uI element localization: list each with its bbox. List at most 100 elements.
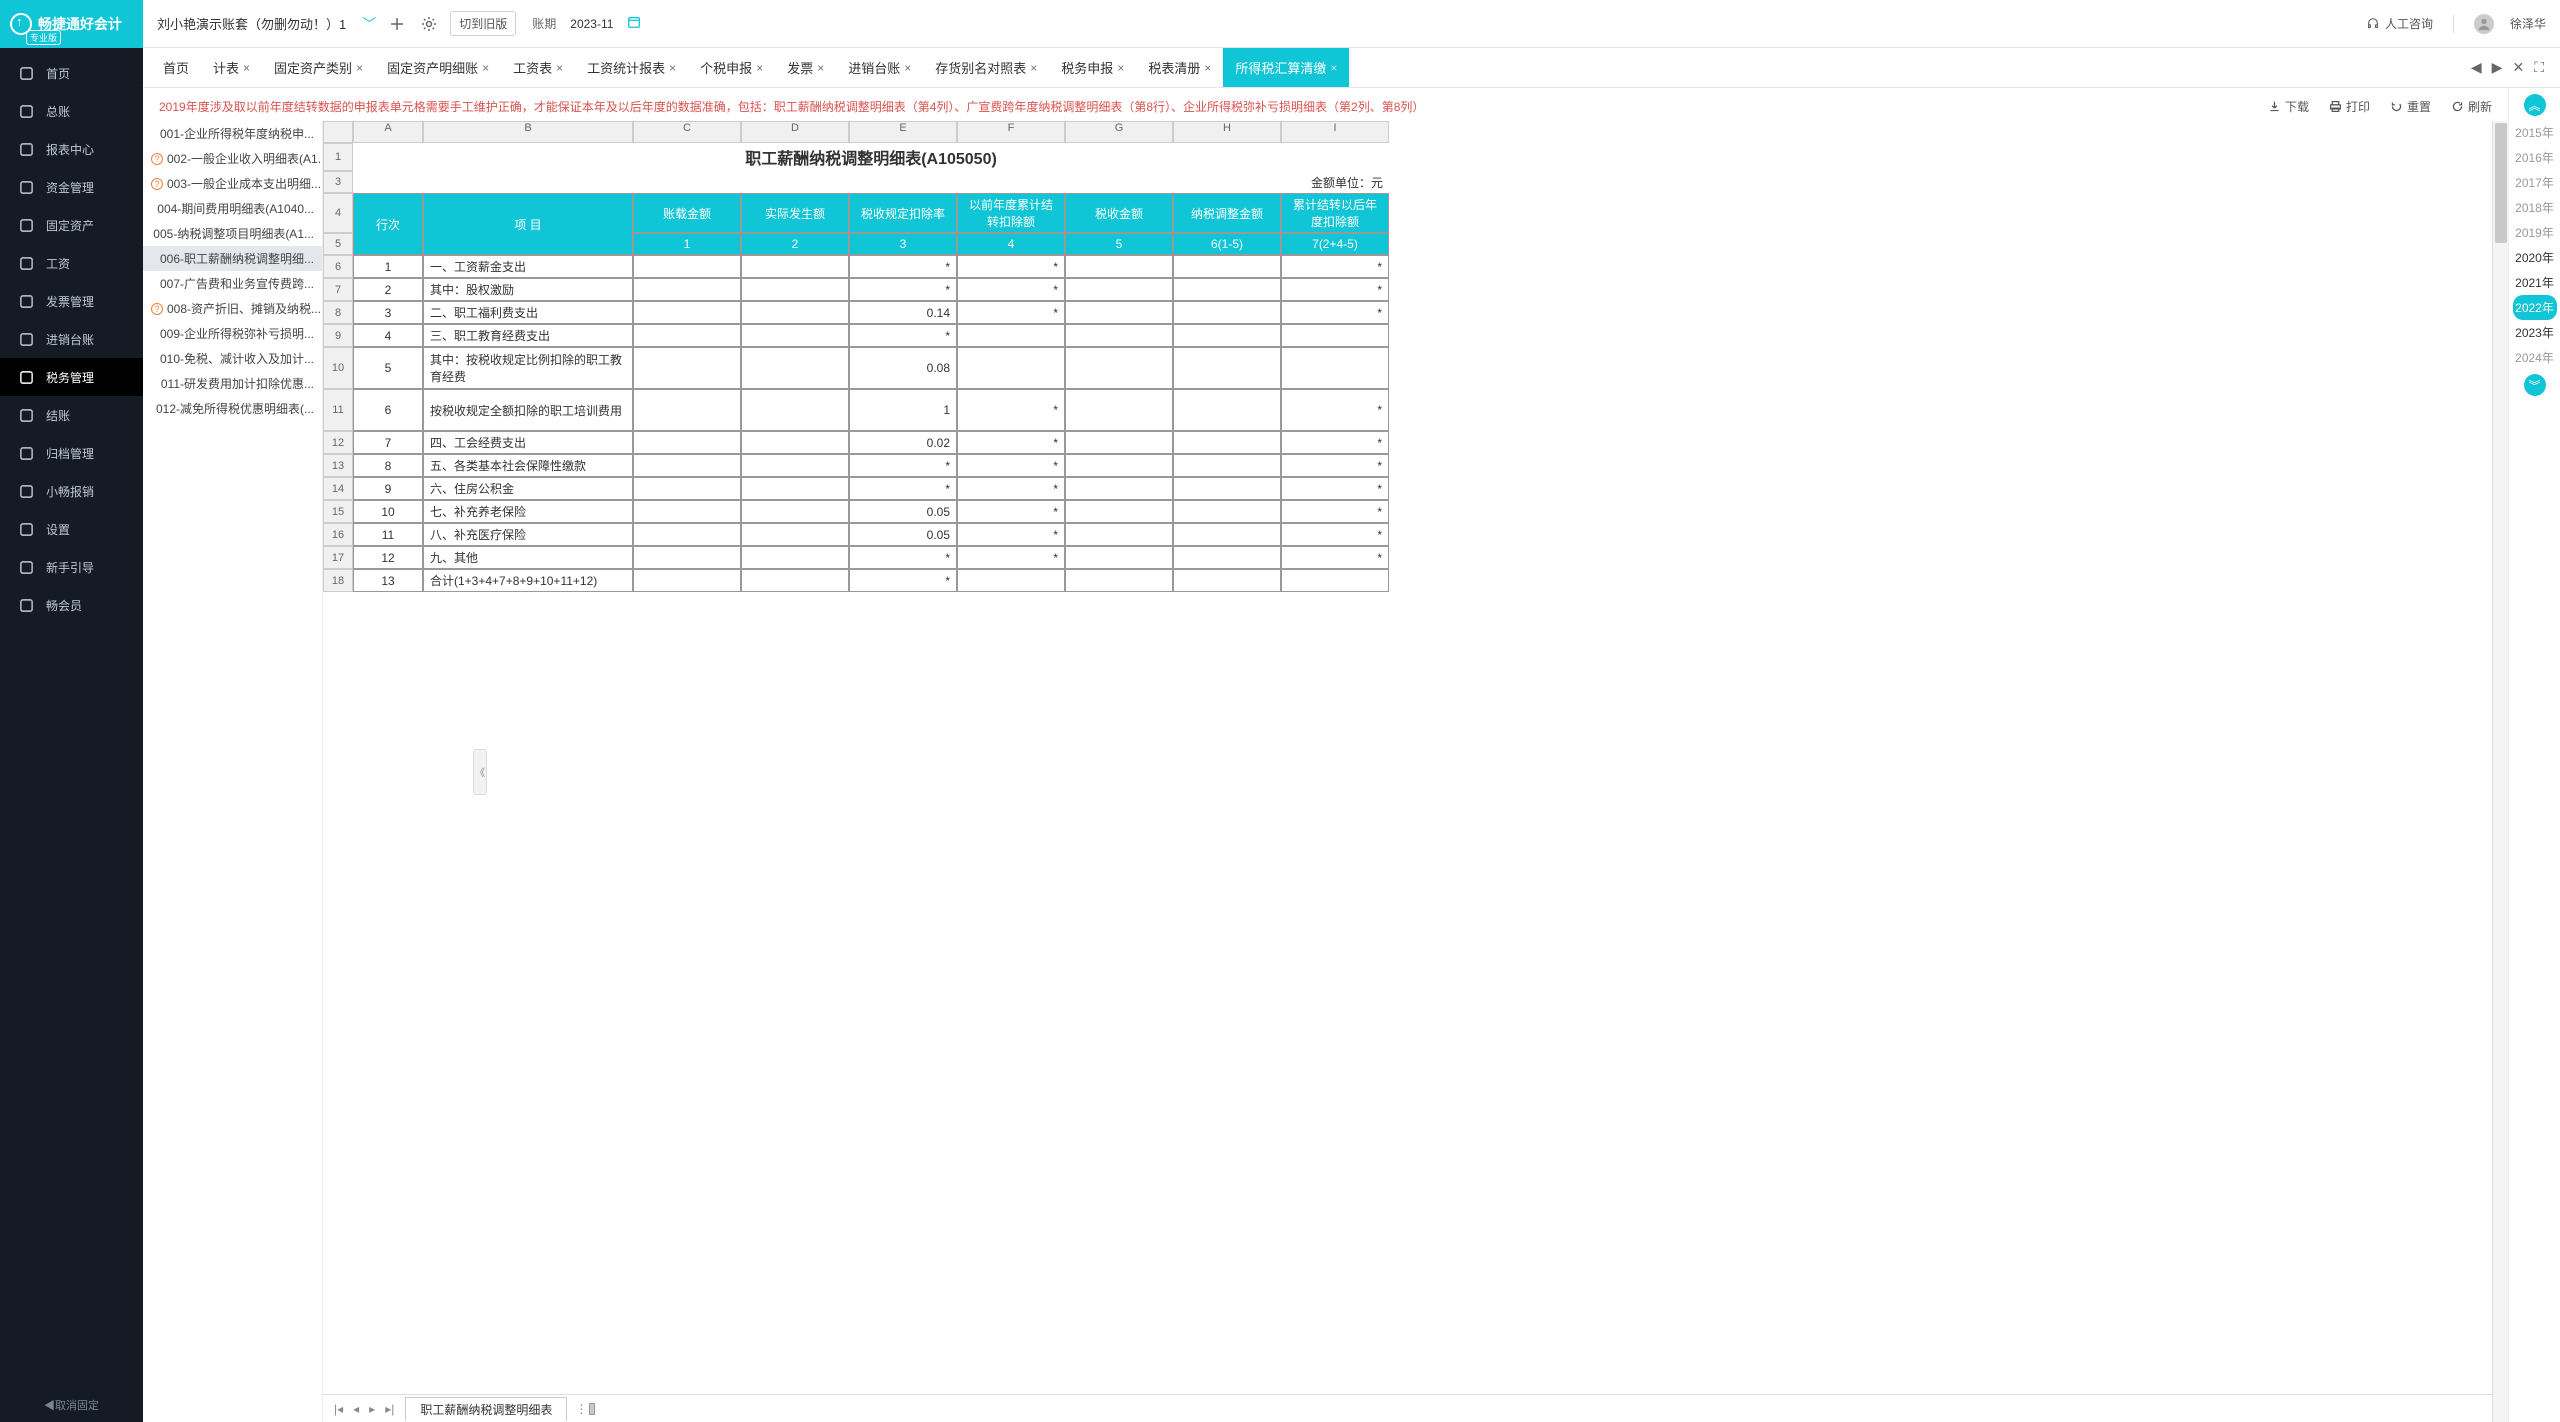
- reset-button[interactable]: 重置: [2390, 98, 2431, 115]
- data-cell[interactable]: [1173, 347, 1281, 389]
- data-cell[interactable]: [741, 477, 849, 500]
- col-header[interactable]: F: [957, 121, 1065, 143]
- download-button[interactable]: 下载: [2268, 98, 2309, 115]
- data-cell[interactable]: *: [957, 523, 1065, 546]
- tab-close-icon[interactable]: ×: [1117, 61, 1124, 75]
- year-option[interactable]: 2020年: [2513, 245, 2557, 270]
- data-cell[interactable]: [1173, 546, 1281, 569]
- data-cell[interactable]: [633, 523, 741, 546]
- user-name[interactable]: 徐泽华: [2510, 15, 2546, 32]
- form-list-item[interactable]: 011-研发费用加计扣除优惠...: [143, 371, 322, 396]
- nav-fund[interactable]: 资金管理: [0, 168, 143, 206]
- data-cell[interactable]: *: [957, 431, 1065, 454]
- spreadsheet[interactable]: ABCDEFGHI1职工薪酬纳税调整明细表(A105050)23金额单位：元4行…: [323, 121, 2492, 592]
- nav-ledger[interactable]: 总账: [0, 92, 143, 130]
- data-cell[interactable]: *: [1281, 500, 1389, 523]
- data-cell[interactable]: [633, 255, 741, 278]
- old-version-button[interactable]: 切到旧版: [450, 11, 516, 36]
- vertical-scrollbar[interactable]: [2492, 121, 2508, 1422]
- row-header[interactable]: 8: [323, 301, 353, 324]
- year-down-icon[interactable]: ︾: [2524, 374, 2546, 396]
- data-cell[interactable]: [957, 324, 1065, 347]
- row-header[interactable]: 12: [323, 431, 353, 454]
- period-value[interactable]: 2023-11: [570, 17, 613, 31]
- data-cell[interactable]: [957, 347, 1065, 389]
- tab-close-icon[interactable]: ×: [1330, 61, 1337, 75]
- row-header[interactable]: 1: [323, 143, 353, 171]
- data-cell[interactable]: [1281, 324, 1389, 347]
- form-list-item[interactable]: 012-减免所得税优惠明细表(...: [143, 396, 322, 421]
- chevron-down-icon[interactable]: ﹀: [362, 14, 376, 34]
- data-cell[interactable]: [633, 500, 741, 523]
- tab-close-icon[interactable]: ×: [904, 61, 911, 75]
- tab-close-icon[interactable]: ×: [1204, 61, 1211, 75]
- col-header[interactable]: G: [1065, 121, 1173, 143]
- year-option[interactable]: 2023年: [2513, 320, 2557, 345]
- nav-invoice[interactable]: 发票管理: [0, 282, 143, 320]
- data-cell[interactable]: [1065, 454, 1173, 477]
- tab-close-all-icon[interactable]: ✕: [2512, 59, 2524, 76]
- data-cell[interactable]: [1065, 324, 1173, 347]
- nav-salary[interactable]: 工资: [0, 244, 143, 282]
- data-cell[interactable]: *: [1281, 454, 1389, 477]
- data-cell[interactable]: [1173, 500, 1281, 523]
- form-list-item[interactable]: ?003-一般企业成本支出明细...: [143, 171, 322, 196]
- row-header[interactable]: 11: [323, 389, 353, 431]
- data-cell[interactable]: *: [957, 500, 1065, 523]
- tab[interactable]: 首页: [151, 48, 201, 88]
- sheet-prev-icon[interactable]: ◂: [350, 1402, 362, 1416]
- data-cell[interactable]: [1065, 523, 1173, 546]
- tab[interactable]: 固定资产类别×: [262, 48, 375, 88]
- gear-icon[interactable]: [418, 13, 440, 35]
- year-option[interactable]: 2022年: [2513, 295, 2557, 320]
- form-list-item[interactable]: 001-企业所得税年度纳税申...: [143, 121, 322, 146]
- sheet-tab[interactable]: 职工薪酬纳税调整明细表: [405, 1397, 567, 1421]
- data-cell[interactable]: *: [957, 255, 1065, 278]
- data-cell[interactable]: [741, 431, 849, 454]
- tab[interactable]: 工资表×: [501, 48, 575, 88]
- data-cell[interactable]: [633, 347, 741, 389]
- col-header[interactable]: A: [353, 121, 423, 143]
- form-list-item[interactable]: 010-免税、减计收入及加计...: [143, 346, 322, 371]
- collapse-handle[interactable]: 《: [473, 749, 487, 795]
- tab-close-icon[interactable]: ×: [817, 61, 824, 75]
- data-cell[interactable]: *: [1281, 278, 1389, 301]
- data-cell[interactable]: [1173, 389, 1281, 431]
- year-option[interactable]: 2021年: [2513, 270, 2557, 295]
- data-cell[interactable]: *: [957, 389, 1065, 431]
- data-cell[interactable]: [633, 569, 741, 592]
- data-cell[interactable]: [1065, 255, 1173, 278]
- data-cell[interactable]: [633, 546, 741, 569]
- data-cell[interactable]: [1173, 324, 1281, 347]
- year-up-icon[interactable]: ︽: [2524, 94, 2546, 116]
- row-header[interactable]: 5: [323, 233, 353, 255]
- nav-stock[interactable]: 进销台账: [0, 320, 143, 358]
- data-cell[interactable]: *: [1281, 523, 1389, 546]
- row-header[interactable]: 15: [323, 500, 353, 523]
- fullscreen-icon[interactable]: ⛶: [2534, 59, 2544, 76]
- row-header[interactable]: 13: [323, 454, 353, 477]
- data-cell[interactable]: [957, 569, 1065, 592]
- data-cell[interactable]: [741, 255, 849, 278]
- calendar-icon[interactable]: [627, 15, 641, 32]
- data-cell[interactable]: [741, 523, 849, 546]
- row-header[interactable]: 9: [323, 324, 353, 347]
- data-cell[interactable]: [633, 389, 741, 431]
- data-cell[interactable]: [741, 278, 849, 301]
- tab-next-icon[interactable]: ▶: [2492, 59, 2503, 76]
- row-header[interactable]: 4: [323, 193, 353, 233]
- data-cell[interactable]: [1173, 454, 1281, 477]
- data-cell[interactable]: [1173, 431, 1281, 454]
- data-cell[interactable]: *: [1281, 389, 1389, 431]
- refresh-button[interactable]: 刷新: [2451, 98, 2492, 115]
- tab-close-icon[interactable]: ×: [556, 61, 563, 75]
- data-cell[interactable]: [1065, 477, 1173, 500]
- form-list-item[interactable]: 005-纳税调整项目明细表(A1...: [143, 221, 322, 246]
- col-header[interactable]: C: [633, 121, 741, 143]
- col-header[interactable]: E: [849, 121, 957, 143]
- data-cell[interactable]: *: [1281, 255, 1389, 278]
- tab[interactable]: 个税申报×: [688, 48, 775, 88]
- brand-logo[interactable]: 畅捷通好会计 专业版: [0, 0, 143, 48]
- row-header[interactable]: 7: [323, 278, 353, 301]
- tab-close-icon[interactable]: ×: [482, 61, 489, 75]
